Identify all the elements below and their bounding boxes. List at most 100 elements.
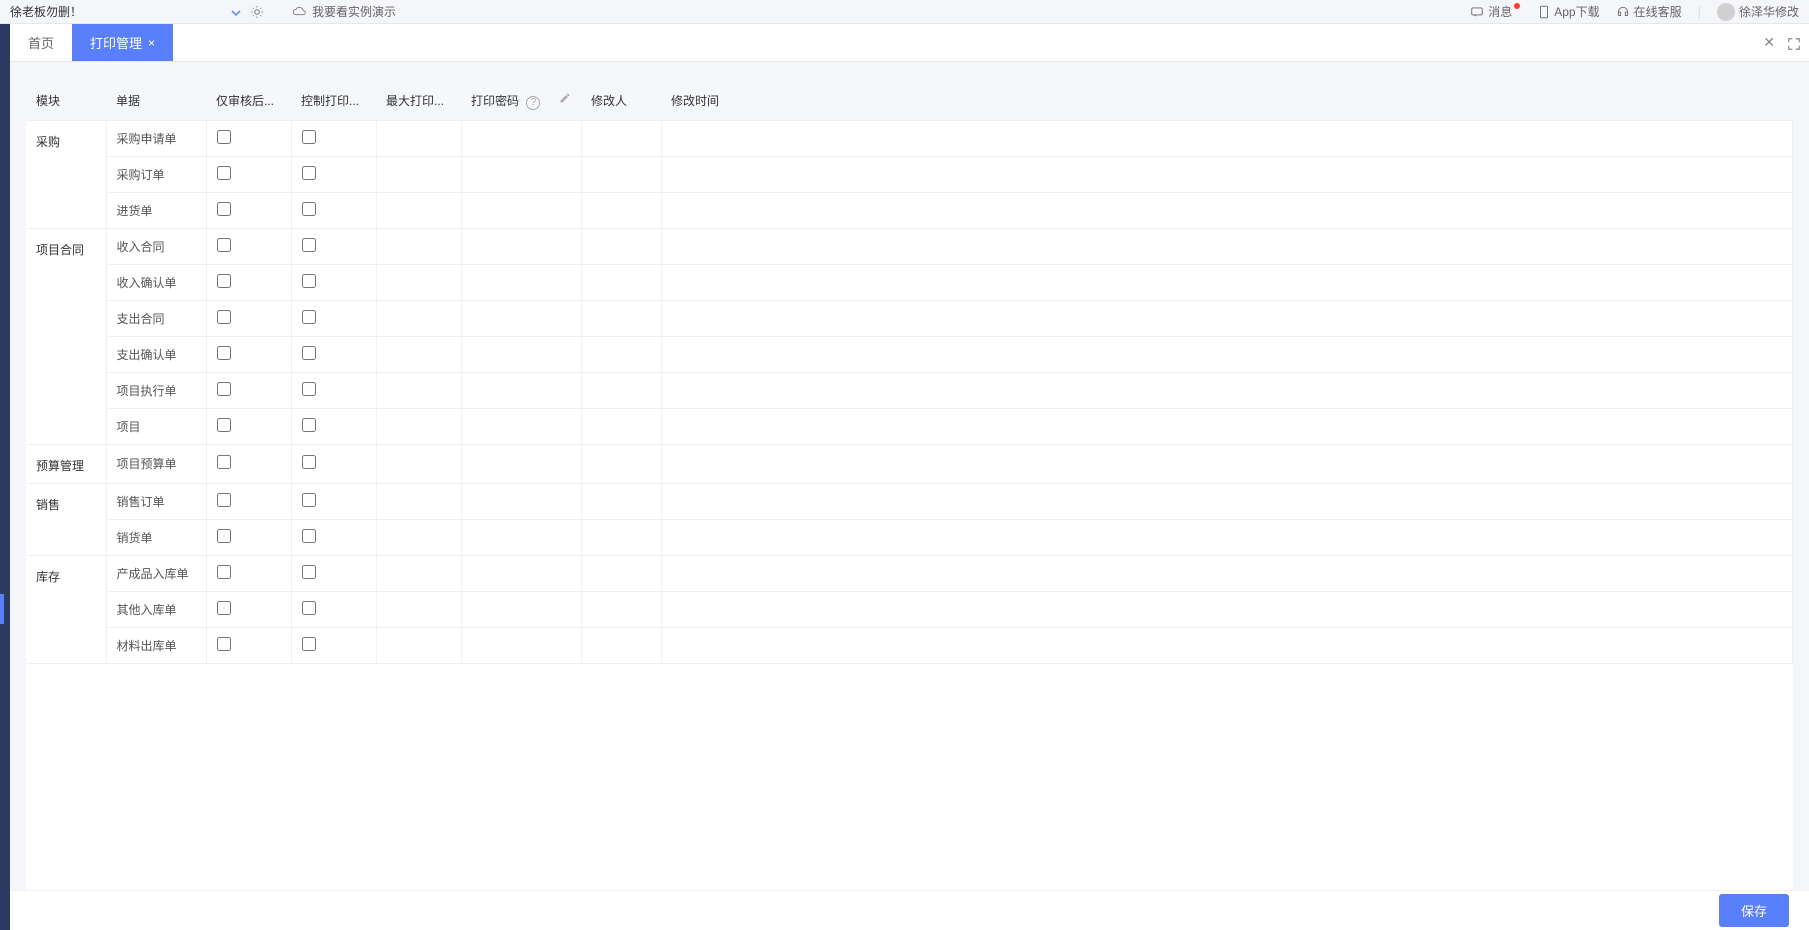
control-checkbox[interactable] [302, 382, 316, 396]
control-checkbox[interactable] [302, 493, 316, 507]
max-print-cell [376, 264, 461, 300]
company-dropdown-text[interactable]: 徐老板勿删！ [10, 3, 82, 20]
fullscreen-icon[interactable] [1787, 34, 1801, 50]
max-print-cell [376, 192, 461, 228]
audit-checkbox-cell [206, 228, 291, 264]
audit-checkbox[interactable] [217, 382, 231, 396]
control-checkbox[interactable] [302, 130, 316, 144]
audit-checkbox[interactable] [217, 310, 231, 324]
document-cell: 项目预算单 [106, 444, 206, 483]
password-cell [461, 444, 581, 483]
audit-checkbox[interactable] [217, 565, 231, 579]
document-cell: 支出确认单 [106, 336, 206, 372]
max-print-cell [376, 336, 461, 372]
audit-checkbox[interactable] [217, 130, 231, 144]
audit-checkbox[interactable] [217, 601, 231, 615]
audit-checkbox[interactable] [217, 529, 231, 543]
time-cell [661, 300, 1793, 336]
modifier-cell [581, 156, 661, 192]
control-checkbox[interactable] [302, 455, 316, 469]
audit-checkbox[interactable] [217, 238, 231, 252]
password-cell [461, 408, 581, 444]
password-cell [461, 192, 581, 228]
module-cell: 库存 [26, 555, 106, 663]
table-row: 材料出库单 [26, 627, 1793, 663]
time-cell [661, 591, 1793, 627]
password-cell [461, 519, 581, 555]
max-print-cell [376, 372, 461, 408]
time-cell [661, 192, 1793, 228]
control-checkbox-cell [291, 120, 376, 156]
document-cell: 其他入库单 [106, 591, 206, 627]
modifier-cell [581, 336, 661, 372]
control-checkbox-cell [291, 555, 376, 591]
audit-checkbox[interactable] [217, 166, 231, 180]
app-download-text: App下载 [1554, 3, 1599, 20]
table-scroll[interactable]: 模块 单据 仅审核后... 控制打印... 最大打印... 打印密码 ? [26, 82, 1793, 890]
modifier-cell [581, 300, 661, 336]
online-service-link[interactable]: 在线客服 [1616, 3, 1682, 20]
control-checkbox[interactable] [302, 310, 316, 324]
control-checkbox-cell [291, 156, 376, 192]
control-checkbox[interactable] [302, 601, 316, 615]
control-checkbox-cell [291, 519, 376, 555]
control-checkbox[interactable] [302, 565, 316, 579]
modifier-cell [581, 264, 661, 300]
audit-checkbox[interactable] [217, 455, 231, 469]
close-all-icon[interactable]: ✕ [1763, 34, 1775, 51]
control-checkbox[interactable] [302, 274, 316, 288]
control-checkbox[interactable] [302, 418, 316, 432]
table-header: 模块 单据 仅审核后... 控制打印... 最大打印... 打印密码 ? [26, 82, 1793, 120]
modifier-cell [581, 519, 661, 555]
top-right-group: 消息 App下载 在线客服 | 徐泽华修改 [1470, 3, 1799, 21]
tab-print-management[interactable]: 打印管理 × [72, 24, 173, 61]
table-body: 采购采购申请单采购订单进货单项目合同收入合同收入确认单支出合同支出确认单项目执行… [26, 120, 1793, 663]
password-cell [461, 372, 581, 408]
close-icon[interactable]: × [148, 36, 155, 50]
document-cell: 采购订单 [106, 156, 206, 192]
help-icon[interactable]: ? [526, 96, 540, 110]
table-row: 销货单 [26, 519, 1793, 555]
document-cell: 产成品入库单 [106, 555, 206, 591]
username-text: 徐泽华修改 [1739, 3, 1799, 20]
module-cell: 预算管理 [26, 444, 106, 483]
modifier-cell [581, 555, 661, 591]
th-print-password: 打印密码 ? [461, 82, 581, 120]
online-service-text: 在线客服 [1634, 3, 1682, 20]
tab-home[interactable]: 首页 [10, 24, 72, 61]
control-checkbox[interactable] [302, 637, 316, 651]
password-cell [461, 264, 581, 300]
chevron-down-icon[interactable] [230, 4, 242, 19]
audit-checkbox[interactable] [217, 346, 231, 360]
user-menu[interactable]: 徐泽华修改 [1717, 3, 1799, 21]
control-checkbox[interactable] [302, 238, 316, 252]
tab-bar: 首页 打印管理 × ✕ [10, 24, 1809, 62]
messages-link[interactable]: 消息 [1470, 3, 1522, 20]
control-checkbox-cell [291, 264, 376, 300]
audit-checkbox[interactable] [217, 493, 231, 507]
modifier-cell [581, 591, 661, 627]
audit-checkbox-cell [206, 192, 291, 228]
tab-print-label: 打印管理 [90, 33, 142, 52]
app-download-link[interactable]: App下载 [1538, 3, 1599, 20]
max-print-cell [376, 120, 461, 156]
audit-checkbox[interactable] [217, 274, 231, 288]
demo-link[interactable]: 我要看实例演示 [292, 3, 396, 20]
control-checkbox[interactable] [302, 202, 316, 216]
audit-checkbox-cell [206, 591, 291, 627]
th-print-password-text: 打印密码 [471, 94, 519, 108]
control-checkbox[interactable] [302, 346, 316, 360]
audit-checkbox-cell [206, 300, 291, 336]
edit-icon[interactable] [559, 92, 571, 104]
table-row: 支出确认单 [26, 336, 1793, 372]
audit-checkbox[interactable] [217, 637, 231, 651]
gear-icon[interactable] [250, 4, 264, 20]
audit-checkbox-cell [206, 372, 291, 408]
control-checkbox-cell [291, 372, 376, 408]
audit-checkbox[interactable] [217, 202, 231, 216]
audit-checkbox[interactable] [217, 418, 231, 432]
document-cell: 收入合同 [106, 228, 206, 264]
control-checkbox[interactable] [302, 166, 316, 180]
control-checkbox[interactable] [302, 529, 316, 543]
save-button[interactable]: 保存 [1719, 894, 1789, 927]
